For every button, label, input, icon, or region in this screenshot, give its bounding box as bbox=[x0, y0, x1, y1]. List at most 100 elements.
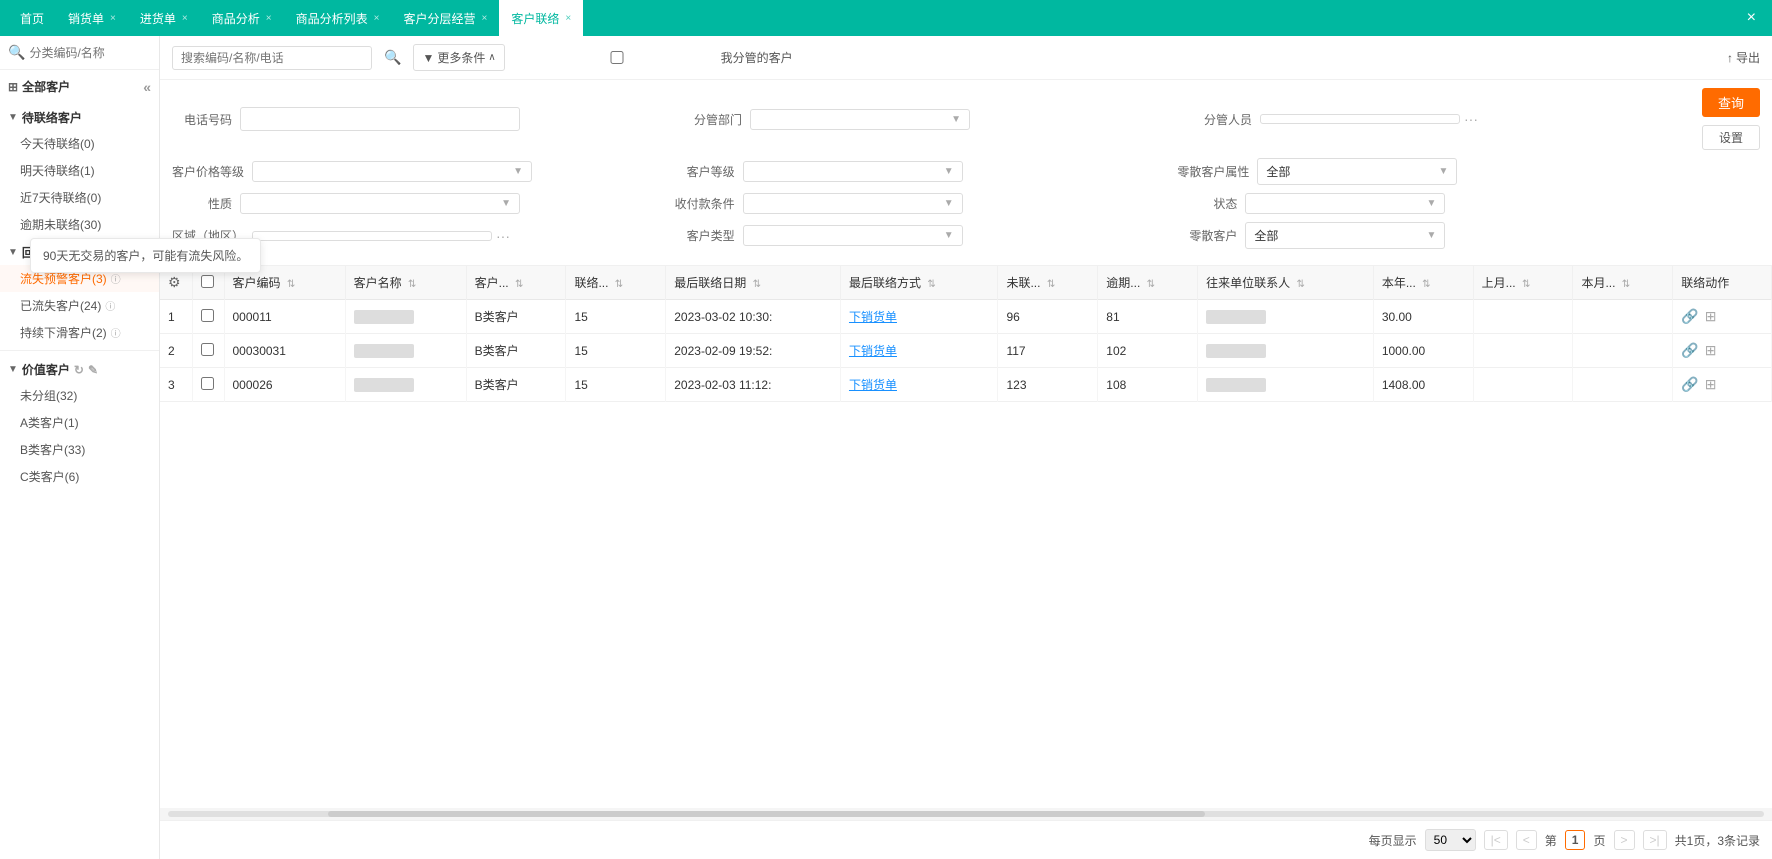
total-label: 共1页，3条记录 bbox=[1675, 832, 1760, 849]
sidebar-search-input[interactable] bbox=[29, 46, 160, 60]
price-level-select[interactable]: ▼ bbox=[252, 161, 532, 182]
sort-not-contacted-icon: ⇅ bbox=[1047, 279, 1055, 290]
action-grid-icon[interactable]: ⊞ bbox=[1705, 308, 1717, 325]
action-grid-icon[interactable]: ⊞ bbox=[1705, 342, 1717, 359]
phone-label: 电话号码 bbox=[172, 111, 232, 128]
horizontal-scrollbar[interactable] bbox=[160, 808, 1772, 820]
payment-select[interactable]: ▼ bbox=[743, 193, 963, 214]
action-link-icon[interactable]: 🔗 bbox=[1681, 308, 1698, 325]
more-conditions-btn[interactable]: ▼ 更多条件 ∧ bbox=[413, 44, 504, 71]
sidebar-item-c-class[interactable]: C类客户(6) bbox=[0, 463, 159, 490]
page-label: 第 bbox=[1545, 832, 1557, 849]
nav-analysis[interactable]: 商品分析 × bbox=[200, 0, 284, 36]
search-input[interactable] bbox=[172, 46, 372, 70]
close-analysis-list-tab[interactable]: × bbox=[374, 13, 380, 24]
sidebar-item-overdue-contact[interactable]: 逾期未联络(30) bbox=[0, 211, 159, 238]
export-btn[interactable]: ↑ 导出 bbox=[1727, 49, 1760, 66]
status-select[interactable]: ▼ bbox=[1245, 193, 1445, 214]
first-page-btn[interactable]: |< bbox=[1484, 830, 1508, 850]
sidebar-item-a-class[interactable]: A类客户(1) bbox=[0, 409, 159, 436]
sidebar-item-unclassified[interactable]: 未分组(32) bbox=[0, 382, 159, 409]
customer-type-select[interactable]: ▼ bbox=[743, 225, 963, 246]
level-select[interactable]: ▼ bbox=[743, 161, 963, 182]
cell-overdue: 108 bbox=[1098, 368, 1198, 402]
sort-last-date-icon: ⇅ bbox=[753, 279, 761, 290]
pending-arrow-icon: ▼ bbox=[8, 112, 18, 123]
nav-analysis-list[interactable]: 商品分析列表 × bbox=[284, 0, 392, 36]
sidebar-item-7days-contact[interactable]: 近7天待联络(0) bbox=[0, 184, 159, 211]
action-grid-icon[interactable]: ⊞ bbox=[1705, 376, 1717, 393]
info-icon-3: ⓘ bbox=[111, 325, 121, 340]
value-edit-icon[interactable]: ✎ bbox=[88, 363, 98, 377]
cell-this-month bbox=[1573, 300, 1673, 334]
last-page-btn[interactable]: >| bbox=[1643, 830, 1667, 850]
cell-last-way[interactable]: 下销货单 bbox=[840, 334, 998, 368]
select-all-checkbox[interactable] bbox=[201, 275, 214, 288]
my-customers-checkbox-label[interactable]: 我分管的客户 bbox=[517, 49, 793, 66]
value-refresh-icon[interactable]: ↻ bbox=[74, 363, 84, 377]
cell-last-way[interactable]: 下销货单 bbox=[840, 300, 998, 334]
review-arrow-icon: ▼ bbox=[8, 247, 18, 258]
sidebar-item-b-class[interactable]: B类客户(33) bbox=[0, 436, 159, 463]
retail-select[interactable]: 全部 ▼ bbox=[1245, 222, 1445, 249]
close-customer-layer-tab[interactable]: × bbox=[481, 13, 487, 24]
sidebar-item-churned[interactable]: 已流失客户(24) ⓘ bbox=[0, 292, 159, 319]
sidebar-all-customers[interactable]: ⊞ 全部客户 « bbox=[0, 70, 159, 103]
sidebar-item-tomorrow-contact[interactable]: 明天待联络(1) bbox=[0, 157, 159, 184]
sidebar: 🔍 ⊞ 全部客户 « ▼ 待联络客户 今天待联络(0) 明天待联络(1) 近7天… bbox=[0, 36, 160, 859]
payment-arrow-icon: ▼ bbox=[944, 198, 954, 209]
row-checkbox-2[interactable] bbox=[201, 377, 214, 390]
nav-sales[interactable]: 销货单 × bbox=[56, 0, 128, 36]
sidebar-group-value[interactable]: ▼ 价值客户 ↻ ✎ bbox=[0, 355, 159, 382]
action-link-icon[interactable]: 🔗 bbox=[1681, 342, 1698, 359]
sort-last-way-icon: ⇅ bbox=[927, 279, 935, 290]
settings-gear-icon[interactable]: ⚙ bbox=[168, 274, 181, 290]
row-checkbox-0[interactable] bbox=[201, 309, 214, 322]
search-icon[interactable]: 🔍 bbox=[384, 49, 401, 66]
sort-this-year-icon: ⇅ bbox=[1422, 279, 1430, 290]
nav-home[interactable]: 首页 bbox=[8, 0, 56, 36]
payment-label: 收付款条件 bbox=[675, 195, 735, 212]
cell-last-way[interactable]: 下销货单 bbox=[840, 368, 998, 402]
sort-last-month-icon: ⇅ bbox=[1522, 279, 1530, 290]
cell-check[interactable] bbox=[192, 368, 224, 402]
next-page-btn[interactable]: > bbox=[1614, 830, 1635, 850]
cell-last-month bbox=[1473, 368, 1573, 402]
price-level-label: 客户价格等级 bbox=[172, 163, 244, 180]
cell-name bbox=[345, 300, 466, 334]
cell-name bbox=[345, 368, 466, 402]
retail-attr-select[interactable]: 全部 ▼ bbox=[1257, 158, 1457, 185]
manager-ellipsis[interactable]: ··· bbox=[1460, 111, 1482, 127]
per-page-select[interactable]: 50 100 200 bbox=[1425, 829, 1476, 851]
th-overdue: 逾期... ⇅ bbox=[1098, 266, 1198, 300]
sidebar-item-today-contact[interactable]: 今天待联络(0) bbox=[0, 130, 159, 157]
cell-check[interactable] bbox=[192, 334, 224, 368]
cell-check[interactable] bbox=[192, 300, 224, 334]
region-select[interactable] bbox=[252, 231, 492, 241]
nav-purchase[interactable]: 进货单 × bbox=[128, 0, 200, 36]
close-purchase-tab[interactable]: × bbox=[182, 13, 188, 24]
row-checkbox-1[interactable] bbox=[201, 343, 214, 356]
cell-code: 00030031 bbox=[224, 334, 345, 368]
sidebar-item-declining[interactable]: 持续下滑客户(2) ⓘ bbox=[0, 319, 159, 346]
close-customer-contact-tab[interactable]: × bbox=[565, 13, 571, 24]
close-analysis-tab[interactable]: × bbox=[266, 13, 272, 24]
level-label: 客户等级 bbox=[675, 163, 735, 180]
settings-button[interactable]: 设置 bbox=[1702, 125, 1760, 150]
sidebar-collapse-btn[interactable]: « bbox=[143, 79, 151, 95]
window-close-button[interactable]: × bbox=[1739, 9, 1764, 27]
nav-customer-layer[interactable]: 客户分层经营 × bbox=[391, 0, 499, 36]
region-ellipsis[interactable]: ··· bbox=[492, 228, 514, 244]
action-link-icon[interactable]: 🔗 bbox=[1681, 376, 1698, 393]
manager-select[interactable] bbox=[1260, 114, 1460, 124]
close-sales-tab[interactable]: × bbox=[110, 13, 116, 24]
nature-select[interactable]: ▼ bbox=[240, 193, 520, 214]
my-customers-checkbox[interactable] bbox=[517, 51, 717, 64]
department-select[interactable]: ▼ bbox=[750, 109, 970, 130]
query-button[interactable]: 查询 bbox=[1702, 88, 1760, 117]
phone-input[interactable] bbox=[240, 107, 520, 131]
prev-page-btn[interactable]: < bbox=[1516, 830, 1537, 850]
scroll-thumb[interactable] bbox=[328, 811, 1206, 817]
nav-customer-contact[interactable]: 客户联络 × bbox=[499, 0, 583, 36]
sidebar-group-pending[interactable]: ▼ 待联络客户 bbox=[0, 103, 159, 130]
